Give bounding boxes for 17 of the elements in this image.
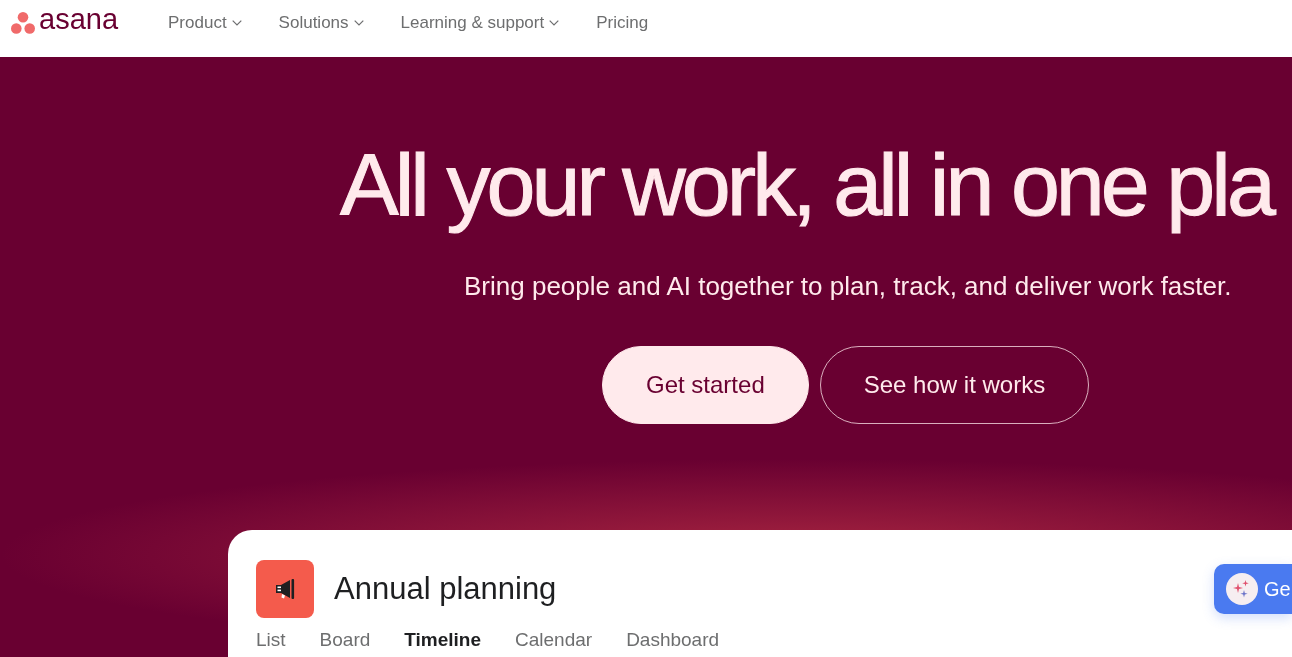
- nav-link[interactable]: Learning & support: [400, 13, 560, 33]
- megaphone-icon: [256, 560, 314, 619]
- project-title: Annual planning: [334, 571, 557, 608]
- nav-link[interactable]: Product: [168, 13, 242, 33]
- nav-link[interactable]: Pricing: [596, 13, 649, 33]
- nav-link[interactable]: Solutions: [278, 13, 364, 33]
- logo-wordmark[interactable]: asana: [39, 5, 118, 34]
- hero-subheading: Bring people and AI together to plan, track, and deliver work faster.: [464, 271, 1233, 303]
- assist-button[interactable]: Ge: [1214, 564, 1292, 615]
- get-started-button[interactable]: Get started: [602, 346, 809, 425]
- sparkles-icon: [1226, 573, 1258, 606]
- logo-dots-icon[interactable]: [11, 12, 35, 34]
- view-tab[interactable]: Calendar: [515, 630, 593, 652]
- view-tab[interactable]: Dashboard: [626, 630, 720, 652]
- view-tab[interactable]: Board: [319, 630, 371, 652]
- view-tab[interactable]: List: [256, 630, 286, 652]
- view-tab[interactable]: Timeline: [404, 630, 481, 652]
